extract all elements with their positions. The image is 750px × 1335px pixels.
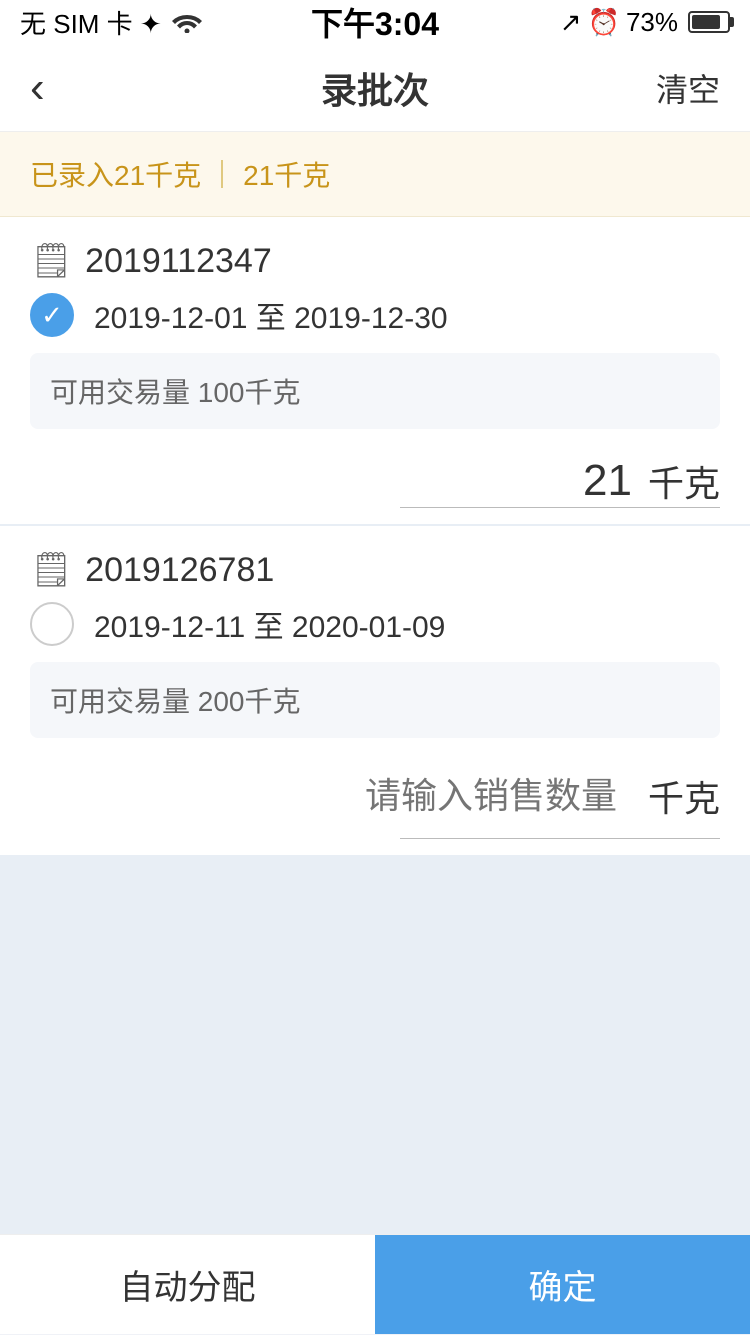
status-right: ↗ ⏰ 73% bbox=[560, 7, 730, 38]
nav-bar: ‹ 录批次 清空 bbox=[0, 44, 750, 132]
batch1-id: 2019112347 bbox=[85, 242, 272, 281]
batch2-icon: 🗒 bbox=[30, 550, 73, 590]
sim-text: 无 SIM 卡 ✦ bbox=[20, 4, 162, 41]
batch2-input-row: 千克 bbox=[0, 754, 750, 838]
status-left: 无 SIM 卡 ✦ bbox=[20, 4, 204, 41]
summary-recorded: 已录入21千克 bbox=[30, 154, 201, 194]
clear-button[interactable]: 清空 bbox=[656, 65, 720, 111]
batch1-date-row[interactable]: ✓ 2019-12-01 至 2019-12-30 bbox=[0, 289, 750, 345]
batch1-underline bbox=[400, 507, 720, 508]
batch1-amount-unit: 千克 bbox=[648, 455, 720, 507]
batch2-underline-wrap bbox=[0, 838, 750, 855]
empty-area bbox=[0, 855, 750, 1235]
batch1-header: 🗒 2019112347 bbox=[0, 217, 750, 289]
summary-amount: 21千克 bbox=[243, 154, 330, 194]
batch2-available-qty: 可用交易量 200千克 bbox=[30, 662, 720, 738]
confirm-button[interactable]: 确定 bbox=[375, 1235, 750, 1334]
batch2-underline bbox=[400, 838, 720, 839]
batch1-amount-value: 21 bbox=[583, 456, 632, 506]
batch1-underline-wrap bbox=[0, 507, 750, 524]
summary-banner: 已录入21千克 21千克 bbox=[0, 132, 750, 217]
batch2-card: 🗒 2019126781 2019-12-11 至 2020-01-09 可用交… bbox=[0, 526, 750, 855]
batch1-date-range: 2019-12-01 至 2019-12-30 bbox=[94, 293, 448, 337]
back-button[interactable]: ‹ bbox=[30, 63, 90, 113]
batch2-date-row[interactable]: 2019-12-11 至 2020-01-09 bbox=[0, 598, 750, 654]
summary-divider bbox=[221, 160, 223, 188]
status-time: 下午3:04 bbox=[311, 0, 439, 45]
batch1-available-qty: 可用交易量 100千克 bbox=[30, 353, 720, 429]
batch1-radio[interactable]: ✓ bbox=[30, 293, 74, 337]
auto-distribute-button[interactable]: 自动分配 bbox=[0, 1235, 375, 1334]
batch2-header: 🗒 2019126781 bbox=[0, 526, 750, 598]
batch1-check-icon: ✓ bbox=[41, 300, 63, 331]
battery-icon bbox=[688, 11, 730, 33]
batch2-date-range: 2019-12-11 至 2020-01-09 bbox=[94, 602, 445, 646]
batch2-unit: 千克 bbox=[648, 770, 720, 822]
battery-percent: 73% bbox=[626, 7, 678, 38]
batch1-card: 🗒 2019112347 ✓ 2019-12-01 至 2019-12-30 可… bbox=[0, 217, 750, 524]
batch2-qty-input[interactable] bbox=[30, 775, 632, 817]
batch2-id: 2019126781 bbox=[85, 551, 274, 590]
batch1-amount-wrapper: 21 千克 bbox=[0, 445, 750, 507]
location-icon: ↗ bbox=[560, 7, 582, 38]
wifi-icon bbox=[170, 11, 204, 33]
batch1-icon: 🗒 bbox=[30, 241, 73, 281]
bottom-bar: 自动分配 确定 bbox=[0, 1234, 750, 1334]
alarm-icon: ⏰ bbox=[588, 7, 620, 38]
status-bar: 无 SIM 卡 ✦ 下午3:04 ↗ ⏰ 73% bbox=[0, 0, 750, 44]
batch2-radio[interactable] bbox=[30, 602, 74, 646]
page-title: 录批次 bbox=[321, 62, 429, 114]
